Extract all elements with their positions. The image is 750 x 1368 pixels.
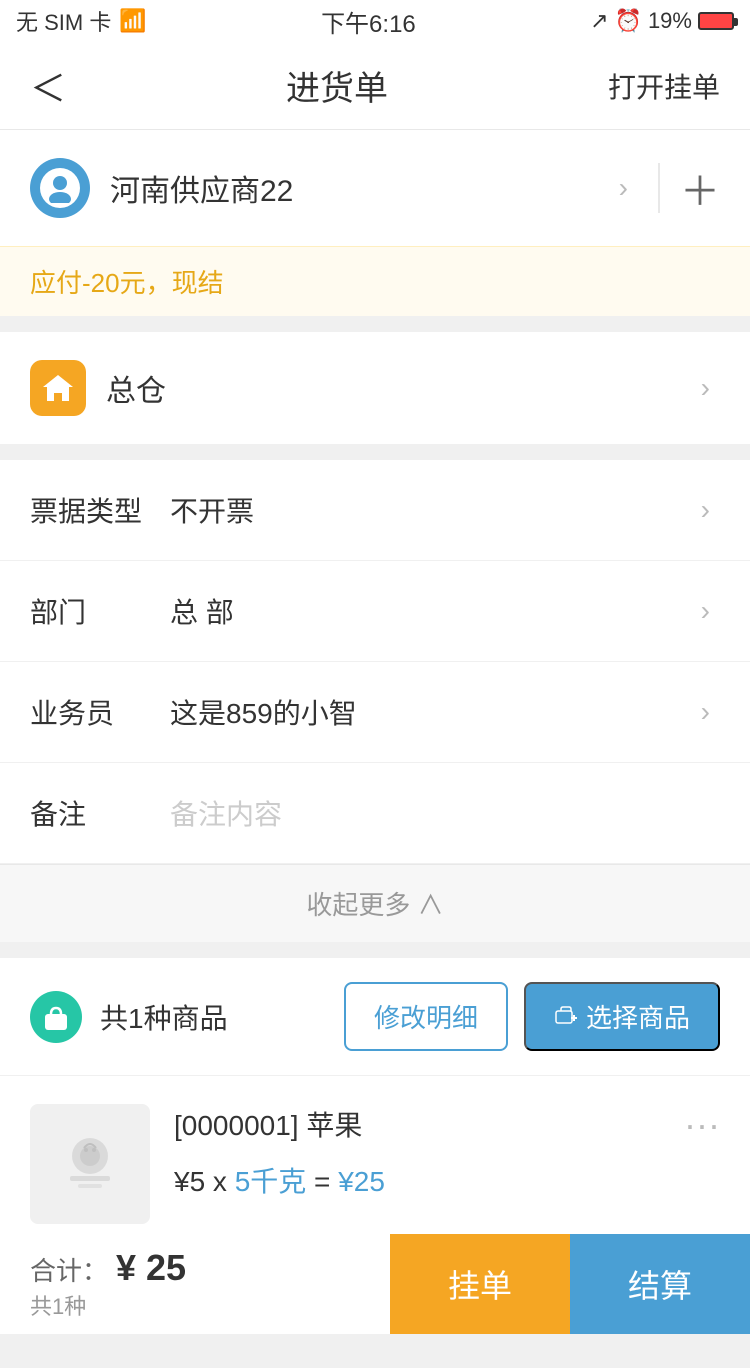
unit-price: ¥5 x [174, 1166, 235, 1197]
supplier-divider [658, 163, 660, 213]
product-name: [0000001] 苹果 [174, 1104, 668, 1144]
remark-input[interactable]: 备注内容 [170, 793, 720, 833]
product-title: 苹果 [306, 1110, 362, 1141]
product-price: ¥5 x 5千克 = ¥25 [174, 1160, 668, 1200]
status-right: ↗ ⏰ 19% [590, 8, 734, 34]
location-icon: ↗ [590, 8, 608, 34]
page-title: 进货单 [286, 61, 388, 110]
warehouse-row[interactable]: 总仓 › [0, 332, 750, 444]
products-icon [30, 991, 82, 1043]
total-value: ¥ 25 [116, 1247, 186, 1289]
home-icon [41, 371, 75, 405]
bottom-summary: 合计： ¥ 25 共1种 [0, 1234, 390, 1334]
form-card: 票据类型 不开票 › 部门 总 部 › 业务员 这是859的小智 › 备注 备注… [0, 460, 750, 942]
carrier-text: 无 SIM 卡 [16, 5, 111, 37]
open-pending-button[interactable]: 打开挂单 [608, 66, 720, 106]
department-label: 部门 [30, 591, 170, 631]
alarm-icon: ⏰ [615, 8, 642, 34]
edit-detail-button[interactable]: 修改明细 [344, 982, 508, 1051]
wifi-icon: 📶 [119, 8, 146, 34]
supplier-avatar [30, 158, 90, 218]
total-label: 合计： [30, 1251, 108, 1288]
battery-icon [698, 12, 734, 30]
supplier-name: 河南供应商22 [110, 166, 619, 210]
select-product-button[interactable]: 选择商品 [524, 982, 720, 1051]
salesperson-chevron-icon: › [701, 696, 710, 728]
invoice-type-row[interactable]: 票据类型 不开票 › [0, 460, 750, 561]
department-value: 总 部 [170, 591, 701, 631]
product-more-button[interactable]: ··· [668, 1104, 720, 1146]
warehouse-chevron-icon: › [701, 372, 710, 404]
hang-button[interactable]: 挂单 [390, 1234, 570, 1334]
remark-label: 备注 [30, 793, 170, 833]
supplier-row[interactable]: 河南供应商22 › ＋ [0, 130, 750, 246]
supplier-notice: 应付-20元，现结 [0, 246, 750, 316]
product-thumbnail [30, 1104, 150, 1224]
invoice-type-value: 不开票 [170, 490, 701, 530]
products-count: 共1种商品 [100, 997, 344, 1037]
product-info: [0000001] 苹果 ¥5 x 5千克 = ¥25 [174, 1104, 668, 1200]
invoice-type-label: 票据类型 [30, 490, 170, 530]
subtotal-value: ¥25 [338, 1166, 385, 1197]
remark-row[interactable]: 备注 备注内容 [0, 763, 750, 864]
product-item: [0000001] 苹果 ¥5 x 5千克 = ¥25 ··· [0, 1076, 750, 1252]
quantity-value: 5千克 [235, 1166, 307, 1197]
select-product-label: 选择商品 [586, 998, 690, 1035]
supplier-card: 河南供应商22 › ＋ 应付-20元，现结 [0, 130, 750, 316]
bottom-count: 共1种 [30, 1289, 360, 1321]
product-default-image [50, 1124, 130, 1204]
collapse-button[interactable]: 收起更多 ∧ [0, 864, 750, 942]
checkout-button[interactable]: 结算 [570, 1234, 750, 1334]
time-text: 下午6:16 [321, 4, 416, 39]
warehouse-name: 总仓 [106, 366, 701, 410]
products-header: 共1种商品 修改明细 选择商品 [0, 958, 750, 1076]
salesperson-value: 这是859的小智 [170, 692, 701, 732]
invoice-type-chevron-icon: › [701, 494, 710, 526]
cart-icon [554, 1005, 578, 1029]
main-content: 河南供应商22 › ＋ 应付-20元，现结 总仓 › 票据类型 不开票 › [0, 130, 750, 1368]
products-card: 共1种商品 修改明细 选择商品 [0, 958, 750, 1252]
battery-percent: 19% [648, 8, 692, 34]
salesperson-row[interactable]: 业务员 这是859的小智 › [0, 662, 750, 763]
equals-sign: = [306, 1166, 338, 1197]
bottom-bar: 合计： ¥ 25 共1种 挂单 结算 [0, 1234, 750, 1334]
department-row[interactable]: 部门 总 部 › [0, 561, 750, 662]
warehouse-icon [30, 360, 86, 416]
warehouse-card: 总仓 › [0, 332, 750, 444]
product-code: [0000001] [174, 1110, 306, 1141]
salesperson-label: 业务员 [30, 692, 170, 732]
back-button[interactable]: ＜ [30, 60, 66, 112]
status-left: 无 SIM 卡 📶 [16, 5, 147, 37]
department-chevron-icon: › [701, 595, 710, 627]
nav-bar: ＜ 进货单 打开挂单 [0, 42, 750, 130]
person-icon [45, 173, 75, 203]
total-row: 合计： ¥ 25 [30, 1247, 360, 1289]
status-bar: 无 SIM 卡 📶 下午6:16 ↗ ⏰ 19% [0, 0, 750, 42]
shopping-bag-icon [41, 1002, 71, 1032]
supplier-add-button[interactable]: ＋ [680, 159, 720, 217]
supplier-chevron-icon: › [619, 172, 628, 204]
